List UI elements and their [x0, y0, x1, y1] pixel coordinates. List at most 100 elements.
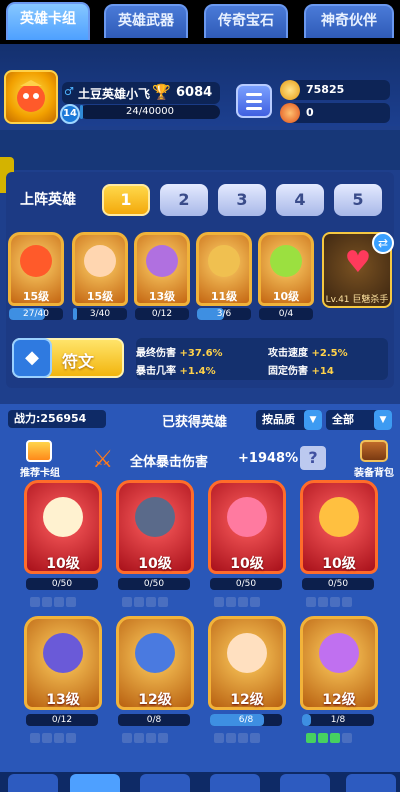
heart-icon: ♥	[344, 245, 372, 280]
menu-line	[246, 93, 262, 96]
stat-attack-speed: 攻击速度 +2.5%	[268, 344, 348, 359]
skill-slots	[30, 728, 96, 743]
filter-dropdown[interactable]: 全部 ▼	[326, 410, 392, 430]
owned-heroes-title: 已获得英雄	[162, 415, 228, 430]
game-screen: 14 ♂ 土豆英雄小飞 🏆 6084 24/40000 75825 0 英雄卡组…	[0, 0, 400, 792]
crit-label: 全体暴击伤害	[130, 455, 209, 470]
lineup-hero[interactable]: 11级 3/6	[196, 232, 252, 322]
hero-card[interactable]: 10级 0/50	[300, 480, 378, 607]
card-level: 10级	[138, 556, 172, 572]
card-level: 10级	[230, 556, 264, 572]
bottom-nav	[0, 772, 400, 792]
hero-level: 11级	[210, 290, 238, 303]
card-level: 12级	[322, 692, 356, 708]
hero-progress-text: 0/4	[278, 309, 294, 319]
card-progress: 0/12	[26, 714, 98, 726]
nav-button[interactable]	[70, 774, 120, 792]
chevron-down-icon: ▼	[374, 410, 392, 430]
card-progress: 0/50	[118, 578, 190, 590]
lineup-hero[interactable]: 13级 0/12	[134, 232, 190, 322]
bag-label: 装备背包	[354, 468, 394, 479]
hero-progress-text: 27/40	[23, 309, 49, 319]
nav-button[interactable]	[210, 774, 260, 792]
rune-label: 符文	[62, 352, 95, 371]
skill-slots	[122, 728, 188, 743]
exp-text: 24/40000	[126, 106, 174, 117]
cards-icon	[26, 440, 52, 462]
card-level: 10级	[46, 556, 80, 572]
hero-card[interactable]: 10级 0/50	[24, 480, 102, 607]
sort-label: 按品质	[262, 413, 295, 426]
card-progress-text: 6/8	[238, 715, 254, 725]
menu-button[interactable]	[236, 84, 272, 118]
hero-card[interactable]: 12级 1/8	[300, 616, 378, 743]
hero-face-icon	[208, 245, 240, 277]
nav-button[interactable]	[8, 774, 58, 792]
nav-button[interactable]	[346, 774, 396, 792]
lineup-hero[interactable]: 15级 3/40	[72, 232, 128, 322]
trophy-count: 6084	[176, 85, 213, 100]
lineup-slot-4[interactable]: 4	[276, 184, 324, 216]
lineup-slot-3[interactable]: 3	[218, 184, 266, 216]
tab-hero-weapons[interactable]: 英雄武器	[104, 4, 188, 38]
hero-face-icon	[319, 633, 359, 673]
card-frame: 10级	[24, 480, 102, 574]
chevron-down-icon: ▼	[304, 410, 322, 430]
stats-box: 最终伤害 +37.6% 攻击速度 +2.5% 暴击几率 +1.4% 固定伤害 +…	[136, 338, 388, 380]
card-frame: 12级	[300, 616, 378, 710]
skill-slots	[214, 592, 280, 607]
rune-button[interactable]: ◆ 符文	[12, 338, 124, 378]
card-level: 12级	[230, 692, 264, 708]
gold-value: 75825	[306, 83, 345, 96]
hero-face-icon	[146, 245, 178, 277]
skill-slots	[214, 728, 280, 743]
hero-progress: 27/40	[9, 308, 63, 320]
stat-crit-rate: 暴击几率 +1.4%	[136, 362, 216, 377]
recommend-label: 推荐卡组	[20, 468, 60, 479]
tab-legend-gems[interactable]: 传奇宝石	[204, 4, 288, 38]
special-hero-name: Lv.41 巨魅杀手	[325, 295, 389, 305]
card-progress: 0/8	[118, 714, 190, 726]
player-avatar[interactable]	[4, 70, 58, 124]
stat-label: 最终伤害	[136, 348, 176, 359]
gold-display[interactable]: 75825	[280, 80, 390, 100]
trophy-icon: 🏆	[152, 83, 171, 101]
gem-display[interactable]: 0	[280, 103, 390, 123]
hero-card[interactable]: 10级 0/50	[208, 480, 286, 607]
card-frame: 10级	[208, 480, 286, 574]
tab-partners[interactable]: 神奇伙伴	[304, 4, 394, 38]
tab-hero-deck[interactable]: 英雄卡组	[6, 2, 90, 40]
swap-icon[interactable]: ⇄	[372, 232, 394, 254]
hero-card[interactable]: 13级 0/12	[24, 616, 102, 743]
recommend-deck-button[interactable]: 推荐卡组	[14, 440, 66, 479]
sort-dropdown[interactable]: 按品质 ▼	[256, 410, 322, 430]
help-button[interactable]: ?	[300, 446, 326, 470]
stat-value: +37.6%	[179, 348, 223, 359]
hero-card[interactable]: 10级 0/50	[116, 480, 194, 607]
lineup-hero[interactable]: 15级 27/40	[8, 232, 64, 322]
hero-portrait-icon	[17, 80, 45, 112]
hero-face-icon	[227, 497, 267, 537]
hero-card[interactable]: 12级 6/8	[208, 616, 286, 743]
crit-value: +1948%	[238, 451, 299, 466]
card-progress: 0/50	[302, 578, 374, 590]
lineup-label: 上阵英雄	[20, 192, 76, 208]
lineup-hero[interactable]: 10级 0/4	[258, 232, 314, 322]
nav-button[interactable]	[140, 774, 190, 792]
lineup-slot-5[interactable]: 5	[334, 184, 382, 216]
filter-label: 全部	[332, 413, 354, 426]
equipment-bag-button[interactable]: 装备背包	[348, 440, 398, 480]
card-level: 10级	[322, 556, 356, 572]
card-progress: 1/8	[302, 714, 374, 726]
lineup-slot-1[interactable]: 1	[102, 184, 150, 216]
hero-level: 10级	[272, 290, 300, 303]
lineup-slot-2[interactable]: 2	[160, 184, 208, 216]
card-progress-text: 0/50	[143, 579, 165, 589]
card-level: 12级	[138, 692, 172, 708]
card-progress-text: 0/50	[51, 579, 73, 589]
nav-button[interactable]	[280, 774, 330, 792]
exp-bar: 24/40000	[80, 105, 220, 119]
hero-progress: 0/4	[259, 308, 313, 320]
hero-progress-text: 3/40	[89, 309, 111, 319]
hero-card[interactable]: 12级 0/8	[116, 616, 194, 743]
